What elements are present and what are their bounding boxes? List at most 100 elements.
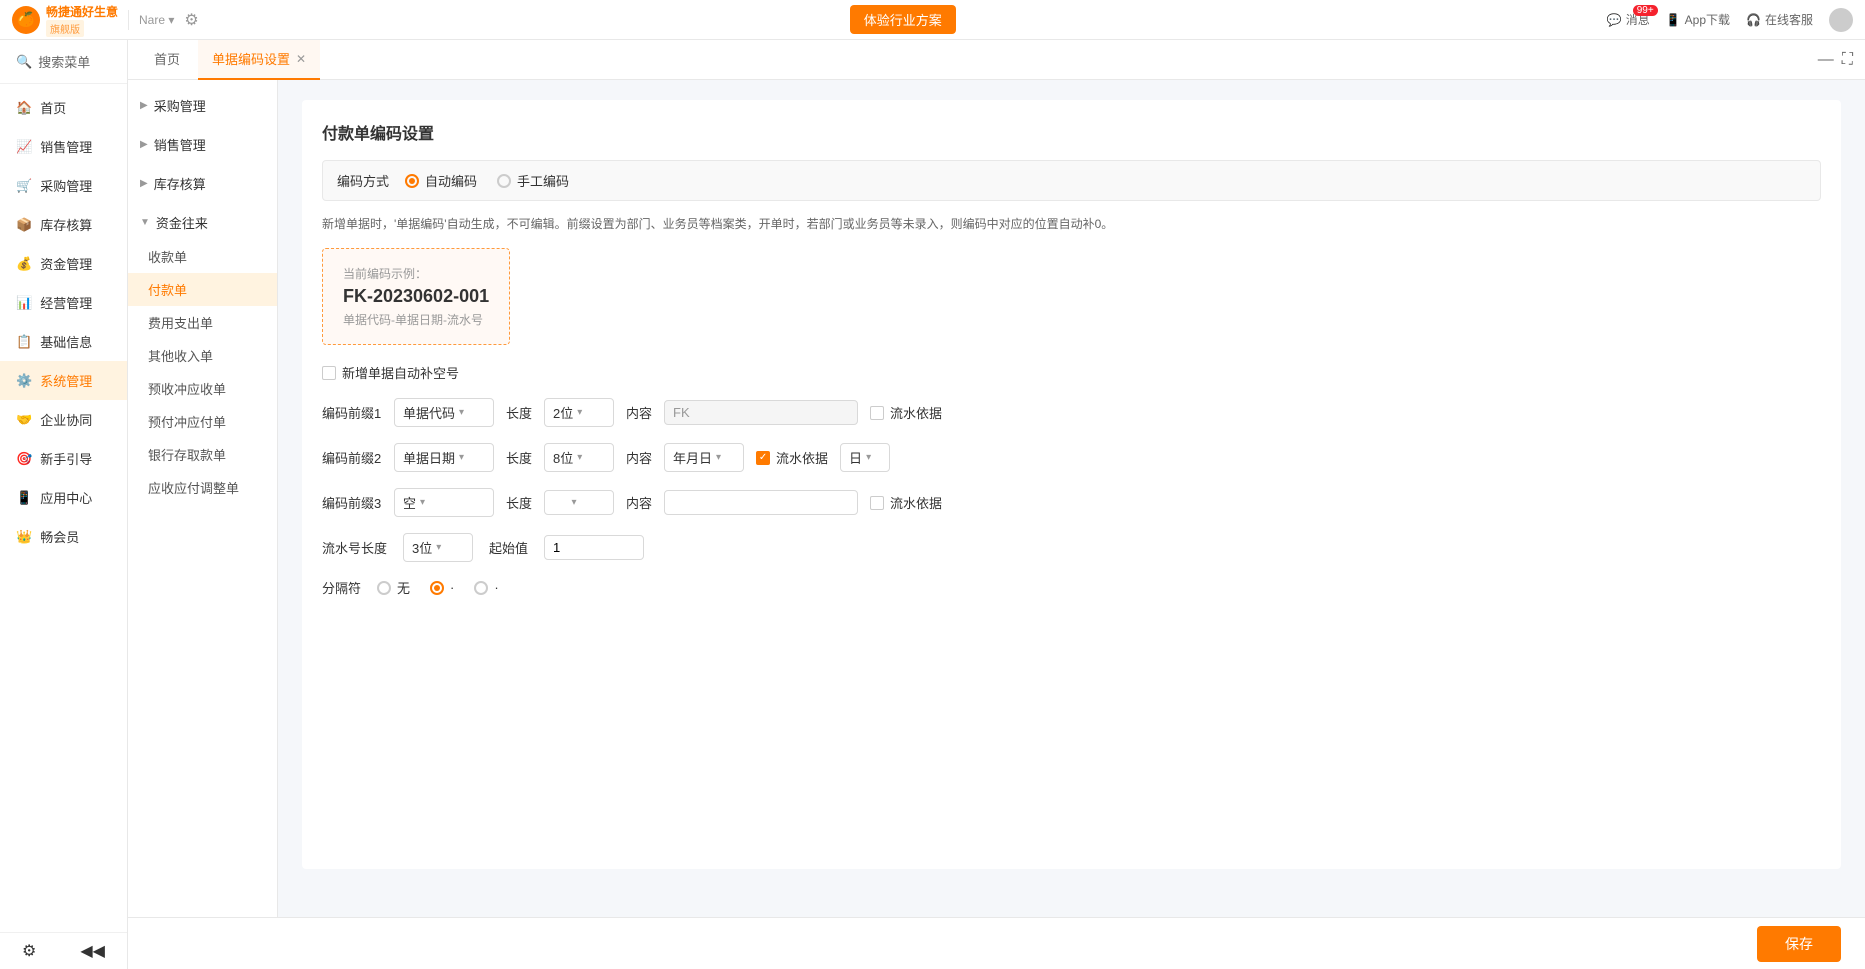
submenu-header-sales[interactable]: ▶ 销售管理	[128, 127, 277, 162]
sidebar-item-purchase[interactable]: 🛒 采购管理	[0, 166, 127, 205]
arrow-icon: ▶	[140, 178, 148, 189]
submenu-item-prepay-ap[interactable]: 预付冲应付单	[128, 405, 277, 438]
start-value-input[interactable]	[544, 535, 644, 560]
experience-button[interactable]: 体验行业方案	[850, 5, 956, 34]
submenu-item-prepay-ar[interactable]: 预收冲应收单	[128, 372, 277, 405]
content2-label: 内容	[626, 448, 652, 467]
serial3-check[interactable]: 流水依据	[870, 493, 942, 512]
prefix3-select[interactable]: 空 ▾	[394, 488, 494, 517]
sidebar: 🔍 搜索菜单 🏠 首页 📈 销售管理 🛒 采购管理 📦 库存核算 💰	[0, 40, 128, 969]
user-avatar[interactable]	[1829, 8, 1853, 32]
separator-label: 分隔符	[322, 578, 361, 597]
auto-fill-label: 新增单据自动补空号	[342, 363, 459, 382]
operations-icon: 📊	[16, 295, 32, 311]
save-button[interactable]: 保存	[1757, 926, 1841, 962]
form-row-2: 编码前缀2 单据日期 ▾ 长度 8位 ▾ 内容 年月日	[322, 443, 1821, 472]
settings-icon[interactable]: ⚙	[184, 10, 198, 30]
length2-select[interactable]: 8位 ▾	[544, 443, 614, 472]
tab-home[interactable]: 首页	[140, 40, 194, 80]
message-item[interactable]: 💬 消息 99+	[1607, 11, 1650, 28]
sidebar-item-sales[interactable]: 📈 销售管理	[0, 127, 127, 166]
experience-button-wrap: 体验行业方案	[850, 5, 956, 34]
sidebar-item-system[interactable]: ⚙️ 系统管理	[0, 361, 127, 400]
manual-encode-radio[interactable]: 手工编码	[497, 171, 569, 190]
tabs-bar: 首页 单据编码设置 ✕ — ⛶	[128, 40, 1865, 80]
dropdown-arrow: ▾	[571, 497, 576, 508]
content1-input[interactable]	[664, 400, 858, 425]
search-menu-btn[interactable]: 🔍 搜索菜单	[8, 48, 119, 75]
serial1-check[interactable]: 流水依据	[870, 403, 942, 422]
serial-unit-select[interactable]: 日 ▾	[840, 443, 890, 472]
sidebar-search[interactable]: 🔍 搜索菜单	[0, 40, 127, 84]
separator-none[interactable]: 无	[377, 578, 410, 597]
submenu-header-finance[interactable]: ▼ 资金往来	[128, 205, 277, 240]
home-icon: 🏠	[16, 100, 32, 116]
sidebar-item-member[interactable]: 👑 畅会员	[0, 517, 127, 556]
search-icon: 🔍	[16, 54, 32, 70]
start-value-label: 起始值	[489, 538, 528, 557]
maximize-btn[interactable]: ⛶	[1842, 51, 1853, 69]
tab-actions: — ⛶	[1818, 51, 1853, 69]
logo: 🍊 畅捷通好生意 旗舰版	[12, 3, 118, 37]
sidebar-item-basic[interactable]: 📋 基础信息	[0, 322, 127, 361]
finance-icon: 💰	[16, 256, 32, 272]
dropdown-arrow: ▾	[577, 452, 582, 463]
auto-fill-checkbox[interactable]	[322, 366, 336, 380]
submenu-header-purchase[interactable]: ▶ 采购管理	[128, 88, 277, 123]
app-download-item[interactable]: 📱 App下载	[1666, 11, 1730, 28]
separator-none-dot	[377, 581, 391, 595]
serial2-check[interactable]: ✓ 流水依据	[756, 448, 828, 467]
tab-encoding-settings[interactable]: 单据编码设置 ✕	[198, 40, 320, 80]
minimize-btn[interactable]: —	[1818, 51, 1834, 69]
encoding-method-row: 编码方式 自动编码 手工编码	[322, 160, 1821, 201]
sidebar-item-finance[interactable]: 💰 资金管理	[0, 244, 127, 283]
length3-select[interactable]: ▾	[544, 490, 614, 515]
form-row-3: 编码前缀3 空 ▾ 长度 ▾ 内容	[322, 488, 1821, 517]
serial-length-row: 流水号长度 3位 ▾ 起始值	[322, 533, 1821, 562]
separator-radio-group: 无 · ·	[377, 578, 499, 597]
separator-dot2[interactable]: ·	[474, 580, 498, 595]
length1-select[interactable]: 2位 ▾	[544, 398, 614, 427]
company-dropdown[interactable]: Nare ▾	[139, 13, 174, 27]
service-item[interactable]: 🎧 在线客服	[1746, 11, 1813, 28]
submenu-item-bank[interactable]: 银行存取款单	[128, 438, 277, 471]
prefix2-select[interactable]: 单据日期 ▾	[394, 443, 494, 472]
dropdown-arrow: ▾	[716, 452, 721, 463]
content1-label: 内容	[626, 403, 652, 422]
submenu-item-adjust[interactable]: 应收应付调整单	[128, 471, 277, 504]
sidebar-item-inventory[interactable]: 📦 库存核算	[0, 205, 127, 244]
submenu-item-other-income[interactable]: 其他收入单	[128, 339, 277, 372]
inventory-icon: 📦	[16, 217, 32, 233]
submenu-item-payment[interactable]: 付款单	[128, 273, 277, 306]
separator-dot1[interactable]: ·	[430, 580, 454, 595]
dropdown-arrow: ▾	[420, 497, 425, 508]
submenu-item-receipt[interactable]: 收款单	[128, 240, 277, 273]
message-icon: 💬	[1607, 13, 1622, 27]
serial3-checkbox[interactable]	[870, 496, 884, 510]
dropdown-arrow: ▾	[577, 407, 582, 418]
collapse-icon[interactable]: ◀◀	[80, 941, 105, 961]
submenu-header-inventory[interactable]: ▶ 库存核算	[128, 166, 277, 201]
sidebar-item-enterprise[interactable]: 🤝 企业协同	[0, 400, 127, 439]
serial2-checkbox[interactable]: ✓	[756, 451, 770, 465]
serial1-checkbox[interactable]	[870, 406, 884, 420]
guide-icon: 🎯	[16, 451, 32, 467]
page-title: 付款单编码设置	[322, 120, 1821, 144]
submenu-item-expense[interactable]: 费用支出单	[128, 306, 277, 339]
separator-dot2-dot	[474, 581, 488, 595]
settings-bottom-icon[interactable]: ⚙	[22, 941, 36, 961]
code-preview-label: 当前编码示例：	[343, 265, 489, 282]
auto-encode-radio[interactable]: 自动编码	[405, 171, 477, 190]
tab-close-btn[interactable]: ✕	[296, 52, 306, 66]
sidebar-item-guide[interactable]: 🎯 新手引导	[0, 439, 127, 478]
sidebar-item-apps[interactable]: 📱 应用中心	[0, 478, 127, 517]
serial-length-select[interactable]: 3位 ▾	[403, 533, 473, 562]
sidebar-item-operations[interactable]: 📊 经营管理	[0, 283, 127, 322]
top-bar-right: 💬 消息 99+ 📱 App下载 🎧 在线客服	[1607, 8, 1853, 32]
content2-select[interactable]: 年月日 ▾	[664, 443, 744, 472]
prefix1-select[interactable]: 单据代码 ▾	[394, 398, 494, 427]
encoding-radio-group: 自动编码 手工编码	[405, 171, 569, 190]
content3-input[interactable]	[664, 490, 858, 515]
apps-icon: 📱	[16, 490, 32, 506]
sidebar-item-home[interactable]: 🏠 首页	[0, 88, 127, 127]
